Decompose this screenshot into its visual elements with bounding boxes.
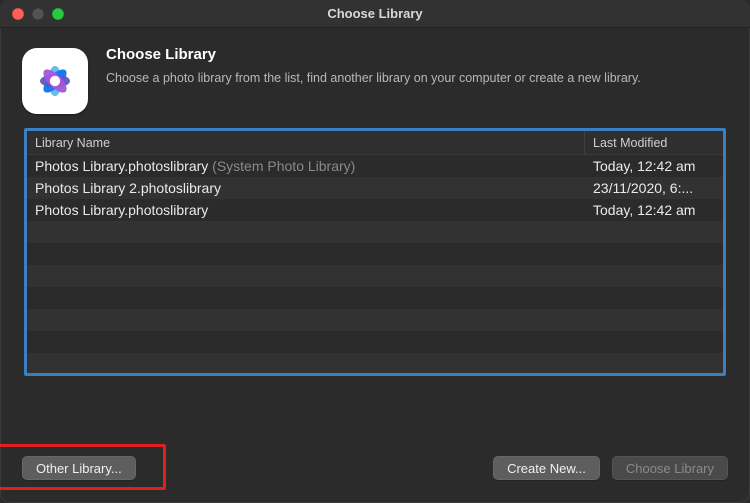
table-row-empty xyxy=(27,221,723,243)
table-row[interactable]: Photos Library 2.photoslibrary23/11/2020… xyxy=(27,177,723,199)
dialog-header: Choose Library Choose a photo library fr… xyxy=(22,46,728,114)
table-row-empty xyxy=(27,265,723,287)
table-row[interactable]: Photos Library.photoslibraryToday, 12:42… xyxy=(27,199,723,221)
titlebar[interactable]: Choose Library xyxy=(0,0,750,28)
other-library-button[interactable]: Other Library... xyxy=(22,456,136,480)
column-header-name[interactable]: Library Name xyxy=(27,131,585,155)
table-row-empty xyxy=(27,287,723,309)
library-list[interactable]: Library Name Last Modified Photos Librar… xyxy=(24,128,726,376)
table-row-empty xyxy=(27,243,723,265)
choose-library-window: Choose Library xyxy=(0,0,750,503)
content-area: Choose Library Choose a photo library fr… xyxy=(0,28,750,433)
cell-library-name: Photos Library.photoslibrary xyxy=(27,202,585,218)
table-row-empty xyxy=(27,331,723,353)
library-list-header[interactable]: Library Name Last Modified xyxy=(27,131,723,155)
cell-last-modified: Today, 12:42 am xyxy=(585,158,723,174)
create-new-button[interactable]: Create New... xyxy=(493,456,600,480)
cell-last-modified: Today, 12:42 am xyxy=(585,202,723,218)
dialog-footer: Other Library... Create New... Choose Li… xyxy=(0,433,750,503)
window-title: Choose Library xyxy=(0,6,750,21)
cell-library-name: Photos Library 2.photoslibrary xyxy=(27,180,585,196)
dialog-description: Choose a photo library from the list, fi… xyxy=(106,69,641,87)
library-suffix-label: (System Photo Library) xyxy=(212,158,355,174)
table-row-empty xyxy=(27,353,723,373)
library-list-body[interactable]: Photos Library.photoslibrary (System Pho… xyxy=(27,155,723,373)
column-header-modified[interactable]: Last Modified xyxy=(585,131,723,155)
photos-app-icon xyxy=(22,48,88,114)
cell-library-name: Photos Library.photoslibrary (System Pho… xyxy=(27,158,585,174)
choose-library-button: Choose Library xyxy=(612,456,728,480)
dialog-heading: Choose Library xyxy=(106,46,641,63)
table-row[interactable]: Photos Library.photoslibrary (System Pho… xyxy=(27,155,723,177)
cell-last-modified: 23/11/2020, 6:... xyxy=(585,180,723,196)
dialog-header-text: Choose Library Choose a photo library fr… xyxy=(106,46,641,114)
table-row-empty xyxy=(27,309,723,331)
